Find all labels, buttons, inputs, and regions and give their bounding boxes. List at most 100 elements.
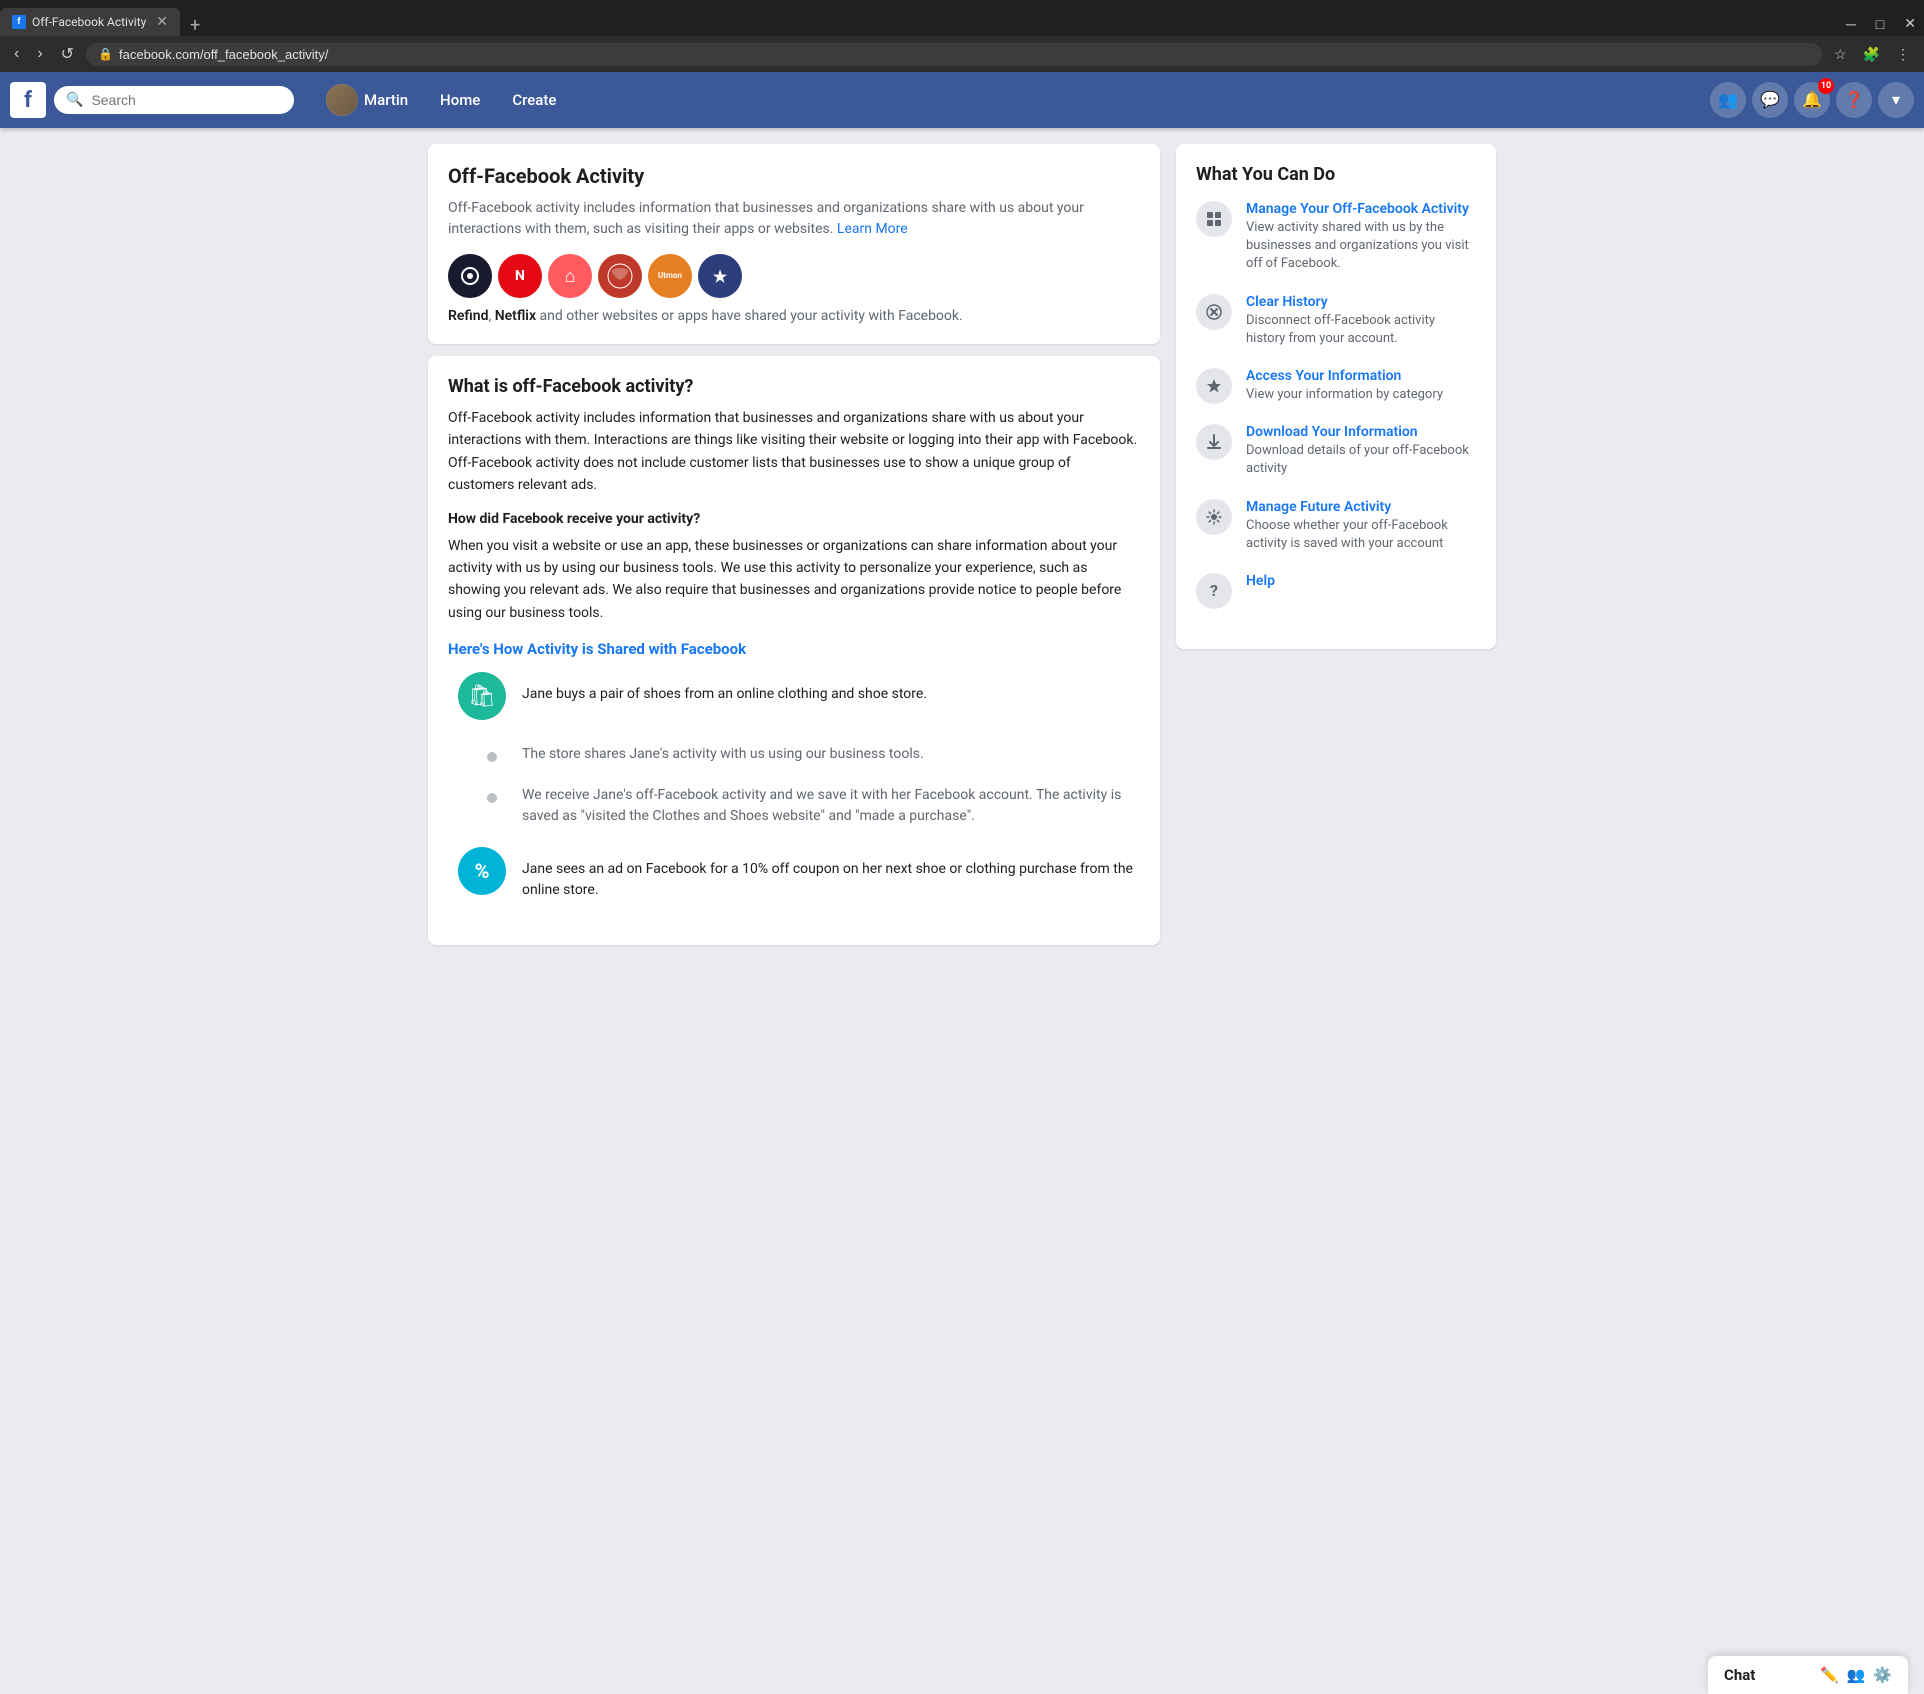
netflix-text: Netflix: [495, 308, 536, 324]
blue-app-icon: ★: [698, 254, 742, 298]
reload-button[interactable]: ↺: [55, 40, 80, 68]
off-facebook-card: Off-Facebook Activity Off-Facebook activ…: [428, 144, 1160, 344]
help-content: Help: [1246, 573, 1476, 589]
notification-badge: 10: [1818, 78, 1834, 94]
timeline-step-4: % Jane sees an ad on Facebook for a 10% …: [458, 847, 1140, 901]
timeline-step-3: We receive Jane's off-Facebook activity …: [458, 785, 1140, 827]
step2-dot: [487, 752, 497, 762]
browser-chrome: f Off-Facebook Activity ✕ + ─ □ ✕ ‹ › ↺ …: [0, 0, 1924, 72]
home-link[interactable]: Home: [432, 87, 488, 113]
clear-history-desc: Disconnect off-Facebook activity history…: [1246, 312, 1476, 348]
learn-more-link[interactable]: Learn More: [837, 221, 908, 237]
maximize-button[interactable]: □: [1868, 12, 1892, 36]
explainer-paragraph1: Off-Facebook activity includes informati…: [448, 407, 1140, 497]
manage-future-desc: Choose whether your off-Facebook activit…: [1246, 517, 1476, 553]
chat-compose-button[interactable]: ✏️: [1820, 1666, 1839, 1684]
netflix-icon: N: [498, 254, 542, 298]
help-icon-button[interactable]: ❓: [1836, 82, 1872, 118]
search-icon: 🔍: [66, 92, 83, 108]
manage-future-link[interactable]: Manage Future Activity: [1246, 499, 1391, 515]
app-icons-row: N ⌂ Utmon ★: [448, 254, 1140, 298]
forward-button[interactable]: ›: [31, 41, 48, 67]
window-controls: ─ □ ✕: [1838, 11, 1924, 36]
sidebar-item-future: Manage Future Activity Choose whether yo…: [1196, 499, 1476, 553]
step4-icon-wrap: %: [458, 847, 506, 895]
new-tab-button[interactable]: +: [180, 15, 210, 36]
minimize-button[interactable]: ─: [1838, 12, 1864, 36]
step3-dot: [487, 793, 497, 803]
step3-text: We receive Jane's off-Facebook activity …: [522, 785, 1140, 827]
manage-off-facebook-link[interactable]: Manage Your Off-Facebook Activity: [1246, 201, 1469, 217]
sidebar-item-clear: Clear History Disconnect off-Facebook ac…: [1196, 294, 1476, 348]
sports-icon: [598, 254, 642, 298]
access-information-link[interactable]: Access Your Information: [1246, 368, 1401, 384]
step1-icon: 🛍: [458, 672, 506, 720]
sidebar-item-help: ? Help: [1196, 573, 1476, 609]
extensions-button[interactable]: 🧩: [1857, 42, 1886, 67]
chat-settings-button[interactable]: ⚙️: [1873, 1666, 1892, 1684]
create-link[interactable]: Create: [504, 87, 564, 113]
chat-actions: ✏️ 👥 ⚙️: [1820, 1666, 1892, 1684]
download-information-link[interactable]: Download Your Information: [1246, 424, 1418, 440]
access-info-icon: [1196, 368, 1232, 404]
main-content: Off-Facebook Activity Off-Facebook activ…: [412, 128, 1512, 961]
manage-future-icon: [1196, 499, 1232, 535]
help-icon: ?: [1196, 573, 1232, 609]
search-input[interactable]: [91, 92, 282, 108]
step1-text: Jane buys a pair of shoes from an online…: [522, 672, 927, 705]
activity-suffix: and other websites or apps have shared y…: [536, 308, 963, 324]
activity-timeline: 🛍 Jane buys a pair of shoes from an onli…: [448, 672, 1140, 901]
search-box[interactable]: 🔍: [54, 86, 294, 114]
avatar-image: [326, 84, 358, 116]
fb-logo: f: [10, 82, 46, 118]
account-menu-button[interactable]: ▾: [1878, 82, 1914, 118]
browser-tab-bar: f Off-Facebook Activity ✕ + ─ □ ✕: [0, 0, 1924, 36]
tab-favicon: f: [12, 15, 26, 29]
what-you-can-do-card: What You Can Do Manage Your Off-Facebook…: [1176, 144, 1496, 649]
clear-history-link[interactable]: Clear History: [1246, 294, 1328, 310]
nav-links: Martin Home Create: [318, 80, 564, 120]
download-info-content: Download Your Information Download detai…: [1246, 424, 1476, 478]
sidebar-item-download: Download Your Information Download detai…: [1196, 424, 1476, 478]
refind-icon: [448, 254, 492, 298]
user-avatar: [326, 84, 358, 116]
how-received-heading: How did Facebook receive your activity?: [448, 511, 1140, 527]
active-tab[interactable]: f Off-Facebook Activity ✕: [0, 8, 180, 36]
help-link[interactable]: Help: [1246, 573, 1275, 589]
clear-history-icon: [1196, 294, 1232, 330]
messenger-icon-button[interactable]: 💬: [1752, 82, 1788, 118]
activity-section-title: Here's How Activity is Shared with Faceb…: [448, 640, 1140, 658]
refind-text: Refind: [448, 308, 489, 324]
clear-history-content: Clear History Disconnect off-Facebook ac…: [1246, 294, 1476, 348]
user-name: Martin: [364, 91, 408, 109]
step4-icon: %: [458, 847, 506, 895]
utmon-icon: Utmon: [648, 254, 692, 298]
notifications-container: 🔔 10: [1794, 82, 1830, 118]
access-info-desc: View your information by category: [1246, 386, 1476, 404]
address-input[interactable]: [119, 47, 1810, 62]
browser-controls: ‹ › ↺ 🔒 ☆ 🧩 ⋮: [0, 36, 1924, 72]
download-info-desc: Download details of your off-Facebook ac…: [1246, 442, 1476, 478]
user-profile-link[interactable]: Martin: [318, 80, 416, 120]
manage-item-content: Manage Your Off-Facebook Activity View a…: [1246, 201, 1476, 274]
manage-off-facebook-desc: View activity shared with us by the busi…: [1246, 219, 1476, 274]
card-description: Off-Facebook activity includes informati…: [448, 198, 1140, 240]
tab-close-button[interactable]: ✕: [156, 14, 168, 30]
friends-icon-button[interactable]: 👥: [1710, 82, 1746, 118]
bookmark-button[interactable]: ☆: [1828, 42, 1853, 67]
address-bar-container[interactable]: 🔒: [86, 43, 1822, 66]
facebook-navbar: f 🔍 Martin Home Create 👥 💬 🔔 10 ❓ ▾: [0, 72, 1924, 128]
sidebar-item-manage: Manage Your Off-Facebook Activity View a…: [1196, 201, 1476, 274]
browser-menu-button[interactable]: ⋮: [1890, 42, 1916, 67]
sidebar-item-access: Access Your Information View your inform…: [1196, 368, 1476, 404]
chat-contacts-button[interactable]: 👥: [1847, 1666, 1866, 1684]
sidebar-title: What You Can Do: [1196, 164, 1476, 185]
chat-title: Chat: [1724, 1666, 1755, 1684]
airbnb-icon: ⌂: [548, 254, 592, 298]
back-button[interactable]: ‹: [8, 41, 25, 67]
close-button[interactable]: ✕: [1896, 11, 1924, 36]
chat-bar: Chat ✏️ 👥 ⚙️: [1708, 1656, 1908, 1694]
explainer-paragraph2: When you visit a website or use an app, …: [448, 535, 1140, 625]
search-container: 🔍: [54, 86, 294, 114]
manage-future-content: Manage Future Activity Choose whether yo…: [1246, 499, 1476, 553]
